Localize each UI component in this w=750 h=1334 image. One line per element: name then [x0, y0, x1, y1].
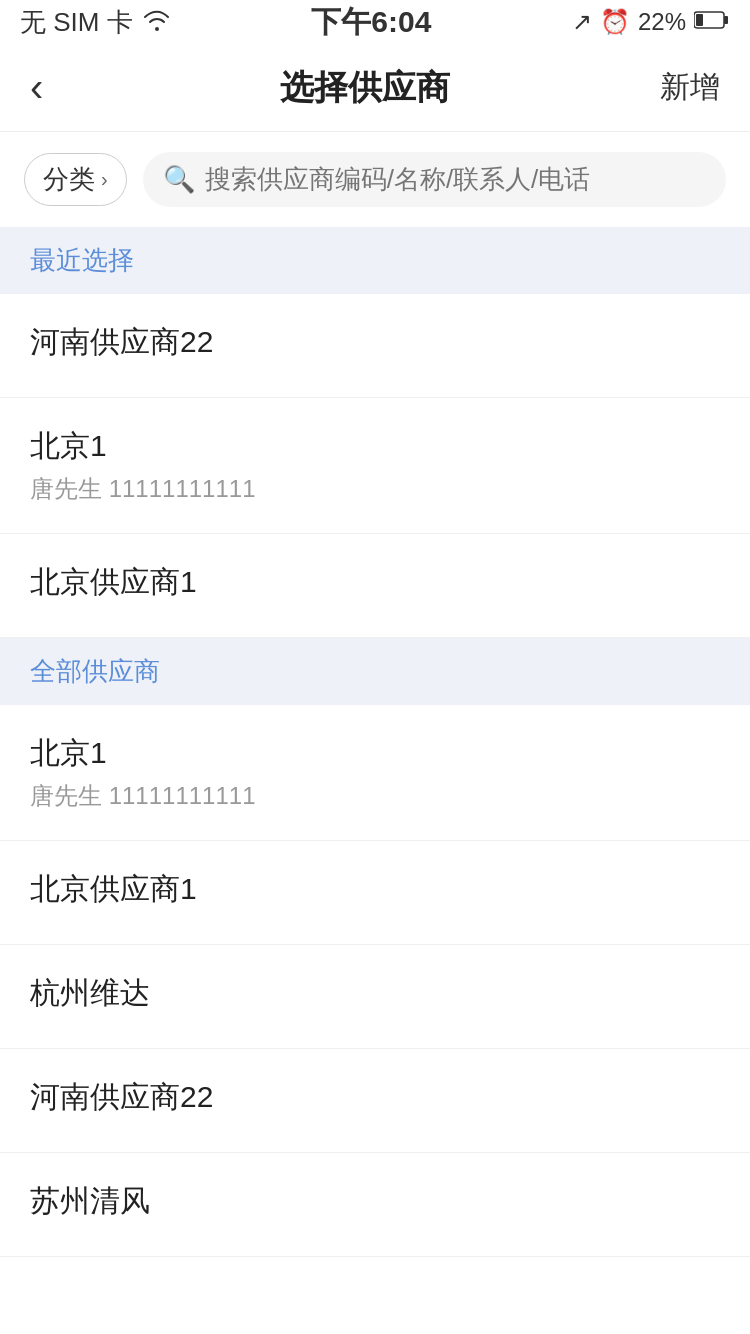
- back-button[interactable]: ‹: [30, 65, 90, 110]
- status-time: 下午6:04: [311, 2, 431, 43]
- sim-status: 无 SIM 卡: [20, 5, 133, 40]
- supplier-name: 河南供应商22: [30, 322, 720, 363]
- chevron-right-icon: ›: [101, 168, 108, 191]
- supplier-name: 北京1: [30, 426, 720, 467]
- section-header-recent: 最近选择: [0, 227, 750, 294]
- supplier-name: 苏州清风: [30, 1181, 720, 1222]
- supplier-item[interactable]: 苏州清风: [0, 1153, 750, 1257]
- wifi-icon: [143, 7, 171, 38]
- svg-rect-1: [724, 16, 728, 24]
- supplier-item[interactable]: 河南供应商22: [0, 294, 750, 398]
- supplier-name: 北京1: [30, 733, 720, 774]
- supplier-name: 河南供应商22: [30, 1077, 720, 1118]
- supplier-name: 杭州维达: [30, 973, 720, 1014]
- supplier-name: 北京供应商1: [30, 869, 720, 910]
- status-bar: 无 SIM 卡 下午6:04 ↗ ⏰ 22%: [0, 0, 750, 44]
- battery-level: 22%: [638, 8, 686, 36]
- status-left: 无 SIM 卡: [20, 5, 171, 40]
- supplier-item[interactable]: 河南供应商22: [0, 1049, 750, 1153]
- search-input-wrap[interactable]: 🔍: [143, 152, 726, 207]
- search-icon: 🔍: [163, 164, 195, 195]
- supplier-item[interactable]: 北京供应商1: [0, 534, 750, 638]
- add-button[interactable]: 新增: [640, 67, 720, 108]
- battery-icon: [694, 8, 730, 36]
- search-bar: 分类 › 🔍: [0, 132, 750, 227]
- supplier-item[interactable]: 北京供应商1: [0, 841, 750, 945]
- supplier-list-all: 北京1 唐先生 11111111111 北京供应商1 杭州维达河南供应商22 苏州清风: [0, 705, 750, 1257]
- search-input[interactable]: [205, 164, 706, 195]
- category-label: 分类: [43, 162, 95, 197]
- supplier-list-recent: 河南供应商22 北京1 唐先生 11111111111 北京供应商1: [0, 294, 750, 638]
- supplier-item[interactable]: 北京1 唐先生 11111111111: [0, 705, 750, 841]
- alarm-icon: ⏰: [600, 8, 630, 36]
- nav-bar: ‹ 选择供应商 新增: [0, 44, 750, 132]
- supplier-contact: 唐先生 11111111111: [30, 473, 720, 505]
- supplier-item[interactable]: 杭州维达: [0, 945, 750, 1049]
- supplier-name: 北京供应商1: [30, 562, 720, 603]
- location-icon: ↗: [572, 8, 592, 36]
- page-title: 选择供应商: [280, 65, 450, 111]
- section-header-all: 全部供应商: [0, 638, 750, 705]
- category-filter-button[interactable]: 分类 ›: [24, 153, 127, 206]
- supplier-contact: 唐先生 11111111111: [30, 780, 720, 812]
- svg-rect-2: [696, 14, 703, 26]
- supplier-list-container: 最近选择河南供应商22 北京1 唐先生 11111111111 北京供应商1 全部供应商…: [0, 227, 750, 1257]
- supplier-item[interactable]: 北京1 唐先生 11111111111: [0, 398, 750, 534]
- status-right: ↗ ⏰ 22%: [572, 8, 730, 36]
